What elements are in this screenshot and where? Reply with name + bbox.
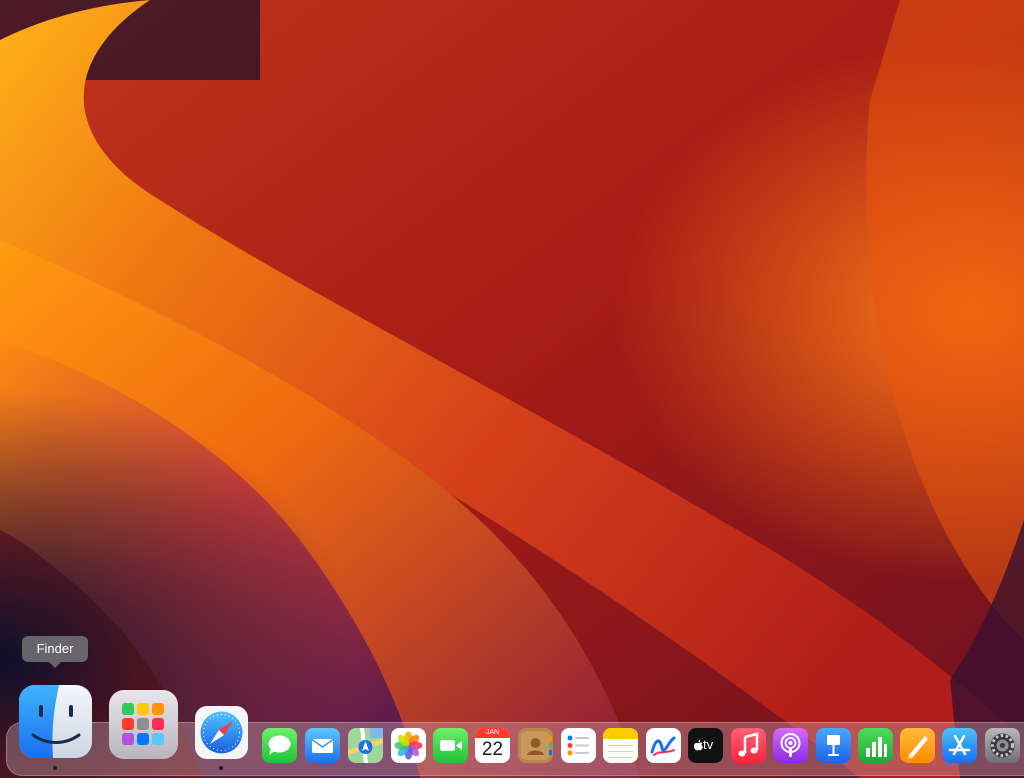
finder-tooltip: Finder [22,636,88,668]
dock-app-store[interactable] [942,728,977,763]
keynote-icon [816,728,851,763]
safari-running-indicator [219,766,223,770]
photos-icon [391,728,426,763]
dock-tv[interactable]: tv [688,728,723,763]
dock-mail[interactable] [305,728,340,763]
dock-safari[interactable] [195,706,248,759]
dock-music[interactable] [731,728,766,763]
dock-photos[interactable] [391,728,426,763]
contacts-icon [518,728,553,763]
facetime-icon [433,728,468,763]
reminders-icon [561,728,596,763]
apple-logo-icon [694,739,703,751]
maps-icon [348,728,383,763]
tv-label: tv [703,737,714,752]
dock-reminders[interactable] [561,728,596,763]
music-icon [731,728,766,763]
dock-freeform[interactable] [646,728,681,763]
notes-icon [603,728,638,763]
mail-icon [305,728,340,763]
dock-system-settings[interactable] [985,728,1020,763]
dock-finder[interactable] [19,685,92,758]
finder-running-indicator [53,766,57,770]
dock-numbers[interactable] [858,728,893,763]
podcasts-icon [773,728,808,763]
gear-icon [985,728,1020,763]
calendar-month: JAN [475,728,510,738]
launchpad-icon [109,690,178,759]
pages-icon [900,728,935,763]
dock-facetime[interactable] [433,728,468,763]
dock-launchpad[interactable] [109,690,178,759]
dock-messages[interactable] [262,728,297,763]
dock-contacts[interactable] [518,728,553,763]
dock-maps[interactable] [348,728,383,763]
freeform-icon [646,728,681,763]
app-store-icon [942,728,977,763]
dock-podcasts[interactable] [773,728,808,763]
messages-icon [262,728,297,763]
safari-icon [195,706,248,759]
calendar-day: 22 [481,739,504,760]
numbers-icon [858,728,893,763]
dock-keynote[interactable] [816,728,851,763]
dock-notes[interactable] [603,728,638,763]
finder-icon [19,685,92,758]
desktop-wallpaper [0,0,1024,778]
dock-pages[interactable] [900,728,935,763]
dock-calendar[interactable]: JAN 22 [475,728,510,763]
